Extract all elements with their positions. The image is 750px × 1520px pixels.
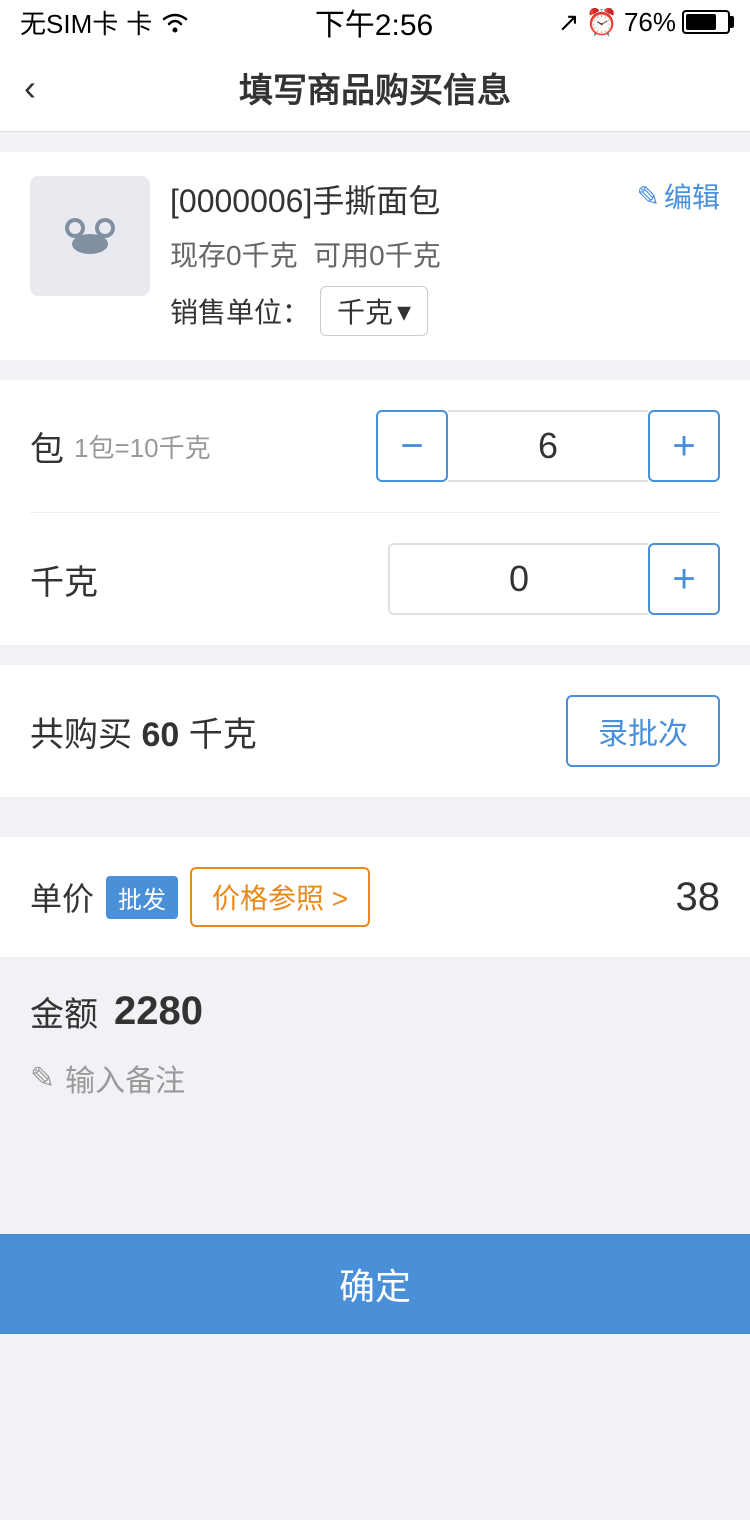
carrier-label: 无SIM卡	[20, 4, 118, 41]
note-placeholder: 输入备注	[65, 1056, 185, 1100]
input-section: 包 1包=10千克 − + 千克 +	[0, 380, 750, 645]
product-stock: 现存0千克 可用0千克	[170, 234, 720, 274]
package-sublabel: 1包=10千克	[74, 428, 211, 465]
product-unit: 销售单位： 千克 ▾	[170, 286, 720, 336]
amount-label: 金额	[30, 987, 98, 1036]
divider-2	[0, 797, 750, 817]
price-value: 38	[676, 875, 721, 920]
sim-card-label: 卡	[126, 4, 152, 41]
price-section: 单价 批发 价格参照 > 38	[0, 837, 750, 957]
unit-selector[interactable]: 千克 ▾	[320, 286, 428, 336]
package-minus-button[interactable]: −	[376, 410, 448, 482]
package-plus-button[interactable]: +	[648, 410, 720, 482]
product-image	[30, 176, 150, 296]
kg-controls: +	[388, 543, 720, 615]
page-title: 填写商品购买信息	[239, 63, 511, 112]
amount-section: 金额 2280 ✎ 输入备注	[0, 957, 750, 1120]
location-icon: ↗	[558, 7, 580, 38]
wifi-icon	[160, 11, 190, 33]
status-right: ↗ ⏰ 76%	[558, 7, 730, 38]
confirm-bar[interactable]: 确定	[0, 1234, 750, 1334]
kg-input[interactable]	[388, 543, 648, 615]
status-bar: 无SIM卡 卡 下午2:56 ↗ ⏰ 76%	[0, 0, 750, 44]
battery-percent: 76%	[624, 7, 676, 38]
package-input[interactable]	[448, 410, 648, 482]
kg-label: 千克	[30, 555, 98, 604]
divider-1	[0, 360, 750, 380]
price-ref-button[interactable]: 价格参照 >	[190, 867, 370, 927]
alarm-icon: ⏰	[586, 7, 618, 38]
kg-row: 千克 +	[30, 513, 720, 645]
package-controls: − +	[376, 410, 720, 482]
batch-button[interactable]: 录批次	[566, 695, 720, 767]
battery-icon	[682, 10, 730, 34]
total-text: 共购买 60 千克	[30, 707, 257, 756]
back-button[interactable]: ‹	[24, 67, 36, 109]
package-row: 包 1包=10千克 − +	[30, 380, 720, 513]
package-label: 包	[30, 422, 64, 471]
status-left: 无SIM卡 卡	[20, 4, 190, 41]
pencil-icon: ✎	[30, 1061, 55, 1096]
kg-plus-button[interactable]: +	[648, 543, 720, 615]
status-time: 下午2:56	[315, 0, 433, 44]
nav-bar: ‹ 填写商品购买信息	[0, 44, 750, 132]
price-tag: 批发	[106, 876, 178, 919]
amount-row: 金额 2280	[30, 987, 720, 1036]
amount-value: 2280	[114, 989, 203, 1034]
total-section: 共购买 60 千克 录批次	[0, 665, 750, 797]
note-row[interactable]: ✎ 输入备注	[30, 1056, 720, 1120]
confirm-button[interactable]: 确定	[339, 1258, 411, 1310]
product-card: [0000006]手撕面包 现存0千克 可用0千克 销售单位： 千克 ▾ ✎编辑	[0, 152, 750, 360]
edit-button[interactable]: ✎编辑	[637, 176, 720, 216]
price-label: 单价	[30, 874, 94, 920]
